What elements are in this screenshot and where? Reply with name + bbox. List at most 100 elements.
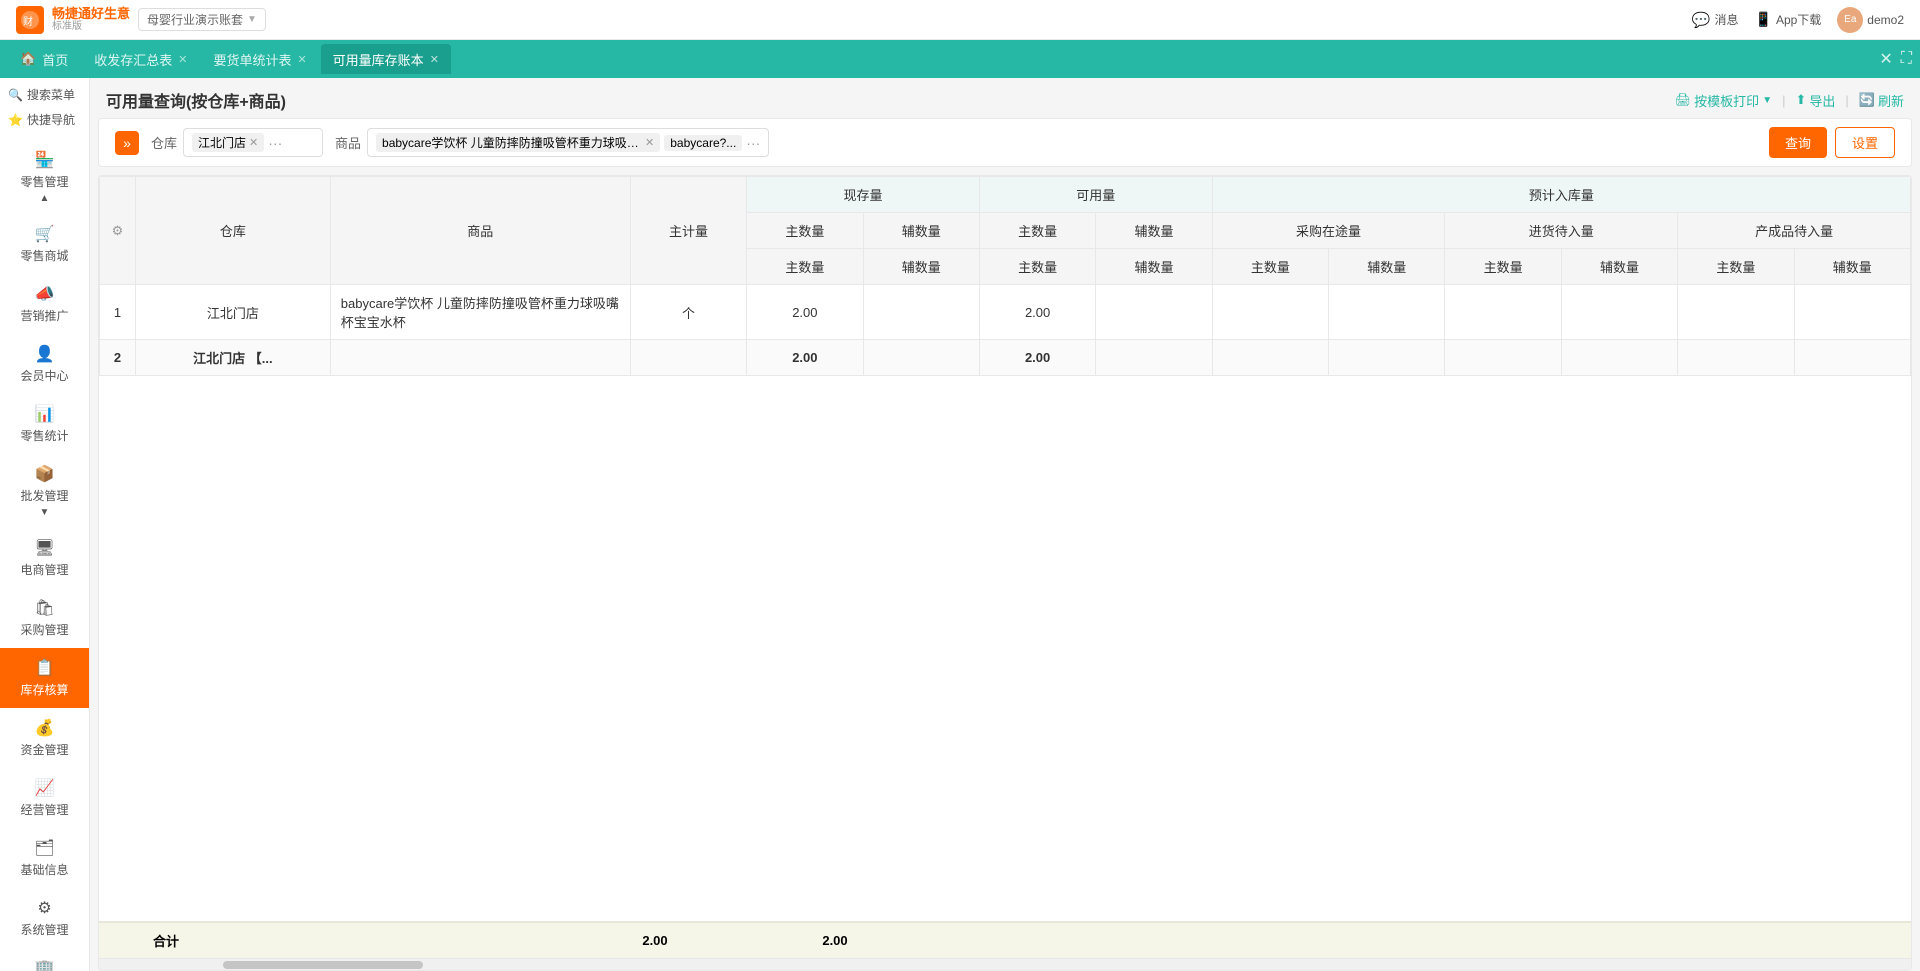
settings-btn[interactable]: 设置	[1835, 127, 1895, 158]
sidebar-item-enterprise[interactable]: 🏢 企业协同	[0, 948, 89, 971]
product-more-icon[interactable]: ···	[746, 135, 760, 151]
system-icon: ⚙	[37, 898, 51, 918]
row1-avail-aux	[1096, 285, 1212, 340]
product-label: 商品	[335, 133, 361, 152]
data-table: ⚙ 仓库 商品 主计量 现存量 可用量 预计入库量 主数量 辅数量 主数量 辅数…	[99, 176, 1911, 376]
industry-selector[interactable]: 母婴行业演示账套 ▼	[138, 8, 266, 31]
warehouse-value: 江北门店	[198, 134, 246, 151]
logo-text: 畅捷通好生意	[52, 6, 130, 22]
sidebar-item-operations[interactable]: 📈 经营管理	[0, 768, 89, 828]
enterprise-icon: 🏢	[35, 958, 55, 971]
marketing-icon: 📣	[35, 284, 55, 304]
th-in-main: 主数量	[1445, 249, 1561, 285]
tab-receipts[interactable]: 收发存汇总表 ✕	[82, 44, 199, 74]
tab-orders-close[interactable]: ✕	[297, 53, 306, 66]
basics-icon: 🗂	[34, 838, 54, 858]
row2-stock-aux	[863, 340, 979, 376]
search-icon: 🔍	[8, 88, 23, 102]
finance-label: 资金管理	[20, 741, 68, 758]
product-tag1: babycare学饮杯 儿童防摔防撞吸管杯重力球吸嘴杯宝宝水杯 ✕	[376, 133, 660, 152]
sidebar-item-wholesale-mgmt[interactable]: 📦 批发管理 ▼	[0, 454, 89, 528]
user-menu[interactable]: Ea demo2	[1837, 7, 1904, 33]
sep1: |	[1782, 93, 1785, 108]
tab-close-all-btn[interactable]: ✕	[1879, 49, 1892, 69]
svg-text:财: 财	[23, 15, 33, 28]
row1-stock-aux	[863, 285, 979, 340]
sidebar-item-inventory[interactable]: 📋 库存核算	[0, 648, 89, 708]
stats-icon: 📊	[35, 404, 55, 424]
inventory-label: 库存核算	[20, 681, 68, 698]
product-value1: babycare学饮杯 儿童防摔防撞吸管杯重力球吸嘴杯宝宝水杯	[382, 134, 642, 151]
th-a-aux: 辅数量	[1096, 249, 1212, 285]
row2-prod-aux	[1794, 340, 1910, 376]
row1-index: 1	[100, 285, 136, 340]
th-warehouse: 仓库	[136, 177, 331, 285]
filter-expand-btn[interactable]: »	[115, 131, 139, 155]
gear-icon[interactable]: ⚙	[112, 223, 124, 238]
sidebar-item-member[interactable]: 👤 会员中心	[0, 334, 89, 394]
footer-avail-main: 2.00	[795, 933, 875, 948]
row1-unit: 个	[630, 285, 746, 340]
sep2: |	[1845, 93, 1848, 108]
warehouse-remove-icon[interactable]: ✕	[249, 136, 258, 149]
chat-icon: 💬	[1692, 11, 1711, 29]
sidebar-item-purchase[interactable]: 🛍 采购管理	[0, 588, 89, 648]
product1-remove-icon[interactable]: ✕	[645, 136, 654, 149]
message-btn[interactable]: 💬 消息	[1692, 11, 1739, 29]
filter-action-btns: 查询 设置	[1769, 127, 1895, 158]
product-tag2: babycare?...	[664, 135, 742, 151]
avatar: Ea	[1837, 7, 1863, 33]
warehouse-more-icon[interactable]: ···	[268, 135, 282, 151]
print-btn[interactable]: 🖨 按模板打印 ▼	[1675, 91, 1772, 110]
th-purchase-transit: 采购在途量	[1212, 213, 1445, 249]
sidebar-item-retail-stats[interactable]: 📊 零售统计	[0, 394, 89, 454]
marketing-label: 营销推广	[20, 307, 68, 324]
th-production: 产成品待入量	[1678, 213, 1911, 249]
system-label: 系统管理	[20, 921, 68, 938]
tab-fullscreen-btn[interactable]: ⛶	[1901, 50, 1912, 68]
query-btn[interactable]: 查询	[1769, 127, 1827, 158]
th-avail-aux: 辅数量	[1096, 213, 1212, 249]
row1-prod-main	[1678, 285, 1794, 340]
print-label: 按模板打印	[1694, 91, 1759, 110]
table-row: 1 江北门店 babycare学饮杯 儿童防摔防撞吸管杯重力球吸嘴杯宝宝水杯 个…	[100, 285, 1911, 340]
row2-warehouse: 江北门店 【...	[136, 340, 331, 376]
tab-home[interactable]: 🏠 首页	[8, 44, 80, 74]
scrollbar-thumb[interactable]	[223, 961, 423, 969]
tab-bar-actions: ✕ ⛶	[1879, 49, 1912, 69]
tab-receipts-close[interactable]: ✕	[178, 53, 187, 66]
warehouse-tag: 江北门店 ✕	[192, 133, 264, 152]
row2-prod-main	[1678, 340, 1794, 376]
sidebar-item-retail-mall[interactable]: 🛒 零售商城	[0, 214, 89, 274]
sidebar-item-system[interactable]: ⚙ 系统管理	[0, 888, 89, 948]
product-input[interactable]: babycare学饮杯 儿童防摔防撞吸管杯重力球吸嘴杯宝宝水杯 ✕ babyca…	[367, 128, 769, 157]
tab-orders[interactable]: 要货单统计表 ✕	[201, 44, 318, 74]
th-stock-aux: 辅数量	[863, 213, 979, 249]
th-pt-aux: 辅数量	[1329, 249, 1445, 285]
row2-avail-aux	[1096, 340, 1212, 376]
tab-inventory[interactable]: 可用量库存账本 ✕	[321, 44, 451, 74]
app-download-btn[interactable]: 📱 App下载	[1755, 11, 1822, 28]
tab-inventory-close[interactable]: ✕	[430, 53, 439, 66]
sidebar-item-retail-mgmt[interactable]: 🏪 零售管理 ▲	[0, 140, 89, 214]
row2-unit	[630, 340, 746, 376]
row1-warehouse: 江北门店	[136, 285, 331, 340]
retail-icon: 🏪	[35, 150, 55, 170]
sidebar-search[interactable]: 🔍 搜索菜单	[0, 78, 89, 107]
sidebar-item-ecommerce[interactable]: 🖥 电商管理	[0, 528, 89, 588]
export-icon: ⬆	[1795, 92, 1806, 108]
retail-mgmt-label: 零售管理	[20, 173, 68, 190]
th-pt-main: 主数量	[1212, 249, 1328, 285]
mall-icon: 🛒	[35, 224, 55, 244]
content-area: 可用量查询(按仓库+商品) 🖨 按模板打印 ▼ | ⬆ 导出 | 🔄 刷新	[90, 78, 1920, 971]
export-label: 导出	[1809, 91, 1835, 110]
refresh-btn[interactable]: 🔄 刷新	[1859, 91, 1904, 110]
sidebar-item-basics[interactable]: 🗂 基础信息	[0, 828, 89, 888]
sidebar-item-finance[interactable]: 💰 资金管理	[0, 708, 89, 768]
warehouse-filter: 仓库 江北门店 ✕ ···	[151, 128, 323, 157]
sidebar-item-marketing[interactable]: 📣 营销推广	[0, 274, 89, 334]
export-btn[interactable]: ⬆ 导出	[1795, 91, 1835, 110]
warehouse-input[interactable]: 江北门店 ✕ ···	[183, 128, 323, 157]
th-estimated-in: 预计入库量	[1212, 177, 1910, 213]
sidebar-quick-nav[interactable]: ⭐ 快捷导航	[0, 107, 89, 132]
